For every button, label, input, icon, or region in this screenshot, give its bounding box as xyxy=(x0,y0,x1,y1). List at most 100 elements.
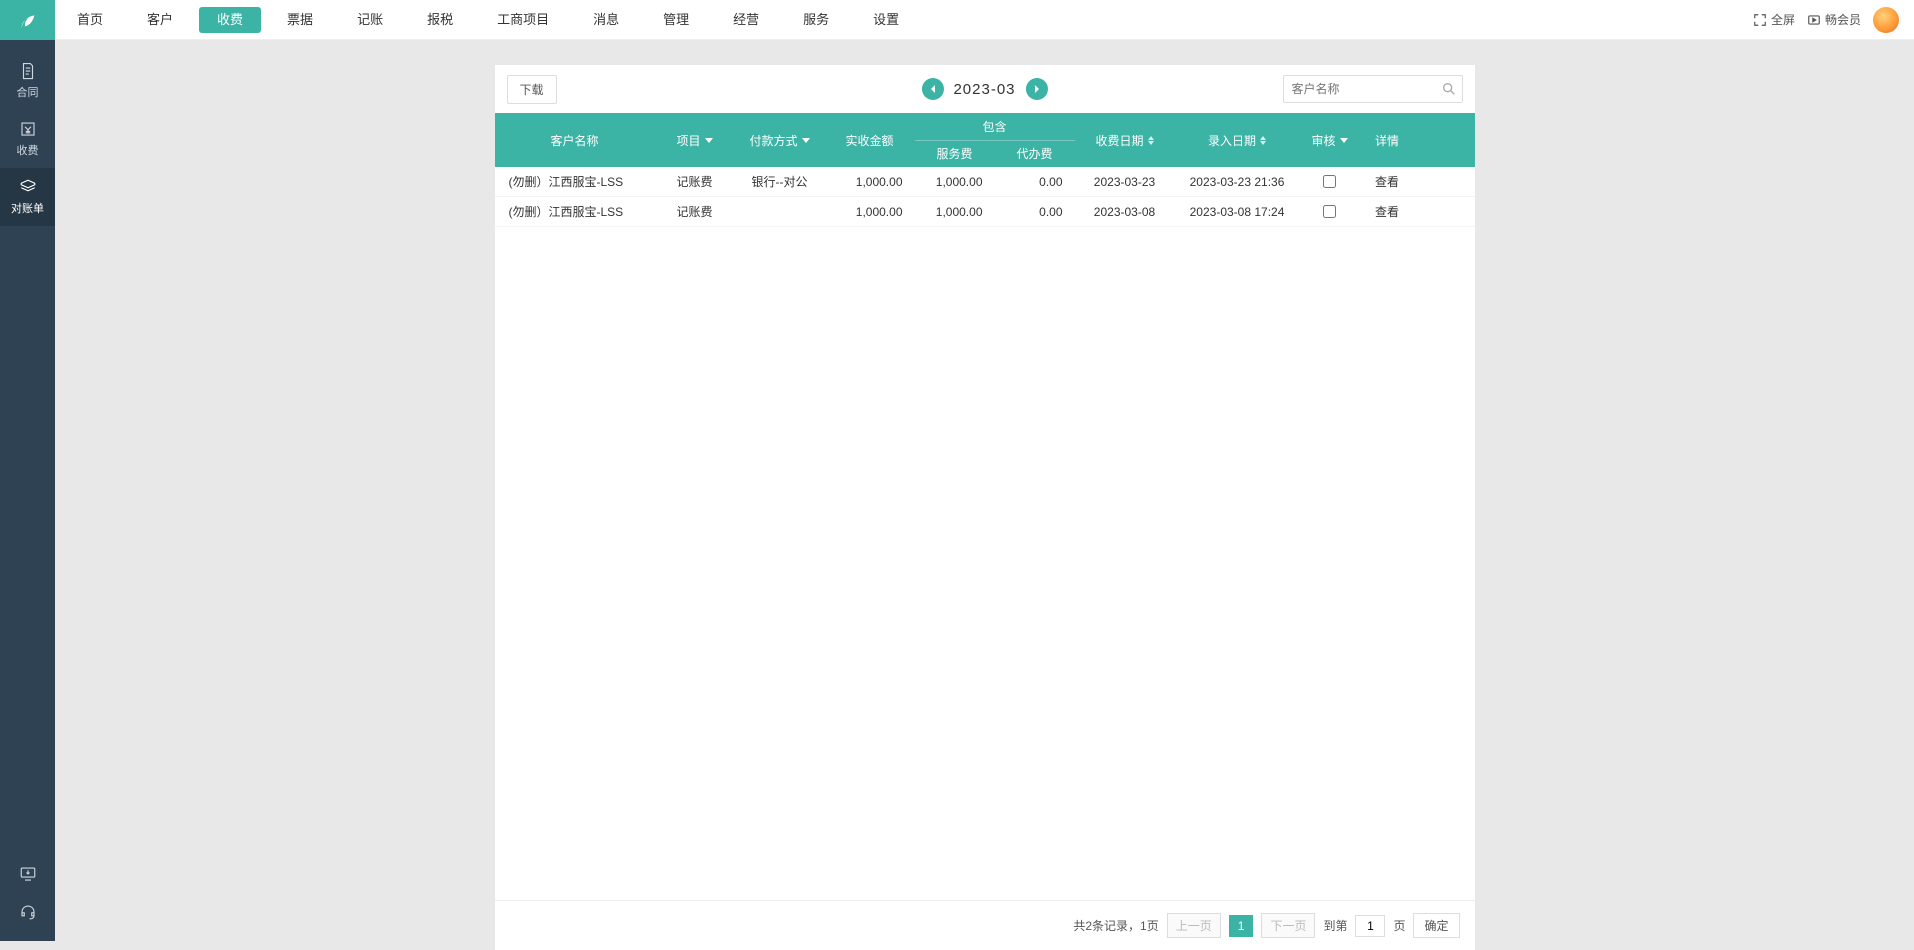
nav-fees[interactable]: 收费 xyxy=(199,7,261,33)
sidebar-item-statement[interactable]: 对账单 xyxy=(0,168,55,226)
col-pay-label: 付款方式 xyxy=(749,132,797,149)
pager-goto-input[interactable] xyxy=(1355,915,1385,937)
cell-agent-fee: 0.00 xyxy=(995,205,1075,219)
nav-operate[interactable]: 经营 xyxy=(715,7,777,33)
cell-pay-method: 银行--对公 xyxy=(735,173,825,190)
nav-customer[interactable]: 客户 xyxy=(129,7,191,33)
table-header: 客户名称 项目 付款方式 实收金额 包含 服务费 代办费 收费日期 录入日期 审… xyxy=(495,113,1475,167)
col-entry-date[interactable]: 录入日期 xyxy=(1175,113,1300,167)
fullscreen-button[interactable]: 全屏 xyxy=(1753,11,1795,28)
view-link[interactable]: 查看 xyxy=(1375,173,1399,190)
headset-icon xyxy=(19,903,37,921)
date-navigator: 2023-03 xyxy=(921,78,1047,100)
cell-audit xyxy=(1300,175,1360,188)
pager-prev-button[interactable]: 上一页 xyxy=(1167,913,1221,938)
money-icon xyxy=(19,120,37,138)
member-button[interactable]: 畅会员 xyxy=(1807,11,1861,28)
cell-detail: 查看 xyxy=(1360,173,1415,190)
col-customer: 客户名称 xyxy=(495,113,655,167)
nav-right: 全屏 畅会员 xyxy=(1753,7,1914,33)
col-item[interactable]: 项目 xyxy=(655,113,735,167)
col-audit-label: 审核 xyxy=(1311,132,1335,149)
sidebar-support[interactable] xyxy=(0,893,55,931)
cell-customer: (勿删）江西服宝-LSS xyxy=(495,173,655,190)
nav-bills[interactable]: 票据 xyxy=(269,7,331,33)
member-label: 畅会员 xyxy=(1825,11,1861,28)
sort-icon xyxy=(1260,136,1266,145)
sidebar-item-fees[interactable]: 收费 xyxy=(0,110,55,168)
play-box-icon xyxy=(1807,13,1821,27)
cell-customer: (勿删）江西服宝-LSS xyxy=(495,203,655,220)
caret-down-icon xyxy=(1340,138,1348,143)
nav-settings[interactable]: 设置 xyxy=(855,7,917,33)
avatar[interactable] xyxy=(1873,7,1899,33)
cell-entry-date: 2023-03-23 21:36 xyxy=(1175,175,1300,189)
search-icon[interactable] xyxy=(1441,81,1457,97)
col-service-fee: 服务费 xyxy=(915,141,995,168)
pager: 共2条记录，1页 上一页 1 下一页 到第 页 确定 xyxy=(495,900,1475,950)
table-body: (勿删）江西服宝-LSS 记账费 银行--对公 1,000.00 1,000.0… xyxy=(495,167,1475,900)
fullscreen-label: 全屏 xyxy=(1771,11,1795,28)
col-include-label: 包含 xyxy=(915,113,1075,141)
pager-goto-suffix: 页 xyxy=(1393,917,1405,934)
cell-item: 记账费 xyxy=(655,203,735,220)
nav-business[interactable]: 工商项目 xyxy=(479,7,567,33)
left-sidebar: 合同 收费 对账单 xyxy=(0,40,55,941)
col-pay-method[interactable]: 付款方式 xyxy=(735,113,825,167)
cell-detail: 查看 xyxy=(1360,203,1415,220)
table-row: (勿删）江西服宝-LSS 记账费 银行--对公 1,000.00 1,000.0… xyxy=(495,167,1475,197)
content-panel: 下载 2023-03 客户名称 项目 付款方式 实收金额 包含 xyxy=(495,65,1475,950)
sidebar-item-label: 收费 xyxy=(17,142,39,158)
col-item-label: 项目 xyxy=(676,132,700,149)
nav-home[interactable]: 首页 xyxy=(59,7,121,33)
col-amount: 实收金额 xyxy=(825,113,915,167)
col-fee-date-label: 收费日期 xyxy=(1095,132,1143,149)
sidebar-item-label: 对账单 xyxy=(11,200,44,216)
top-nav: 首页 客户 收费 票据 记账 报税 工商项目 消息 管理 经营 服务 设置 全屏… xyxy=(0,0,1914,40)
fullscreen-icon xyxy=(1753,13,1767,27)
pager-summary: 共2条记录，1页 xyxy=(1073,917,1158,934)
col-audit[interactable]: 审核 xyxy=(1300,113,1360,167)
view-link[interactable]: 查看 xyxy=(1375,203,1399,220)
col-entry-date-label: 录入日期 xyxy=(1208,132,1256,149)
cell-fee-date: 2023-03-23 xyxy=(1075,175,1175,189)
audit-checkbox[interactable] xyxy=(1323,205,1336,218)
cell-amount: 1,000.00 xyxy=(825,205,915,219)
nav-tax[interactable]: 报税 xyxy=(409,7,471,33)
col-fee-date[interactable]: 收费日期 xyxy=(1075,113,1175,167)
nav-items: 首页 客户 收费 票据 记账 报税 工商项目 消息 管理 经营 服务 设置 xyxy=(55,0,921,39)
cell-service-fee: 1,000.00 xyxy=(915,205,995,219)
audit-checkbox[interactable] xyxy=(1323,175,1336,188)
caret-down-icon xyxy=(705,138,713,143)
current-date: 2023-03 xyxy=(953,81,1015,98)
sidebar-download[interactable] xyxy=(0,855,55,893)
cell-service-fee: 1,000.00 xyxy=(915,175,995,189)
col-include: 包含 服务费 代办费 xyxy=(915,113,1075,167)
sort-icon xyxy=(1148,136,1154,145)
pager-current-page[interactable]: 1 xyxy=(1229,915,1254,937)
date-next-button[interactable] xyxy=(1026,78,1048,100)
chevron-right-icon xyxy=(1032,84,1042,94)
nav-accounting[interactable]: 记账 xyxy=(339,7,401,33)
col-agent-fee: 代办费 xyxy=(995,141,1075,168)
pager-confirm-button[interactable]: 确定 xyxy=(1413,913,1459,938)
pager-next-button[interactable]: 下一页 xyxy=(1261,913,1315,938)
sidebar-item-contract[interactable]: 合同 xyxy=(0,52,55,110)
download-button[interactable]: 下载 xyxy=(507,75,557,104)
search-box xyxy=(1283,75,1463,103)
sidebar-item-label: 合同 xyxy=(17,84,39,100)
date-prev-button[interactable] xyxy=(921,78,943,100)
main-area: 下载 2023-03 客户名称 项目 付款方式 实收金额 包含 xyxy=(55,40,1914,941)
table-row: (勿删）江西服宝-LSS 记账费 1,000.00 1,000.00 0.00 … xyxy=(495,197,1475,227)
statement-icon xyxy=(19,178,37,196)
search-input[interactable] xyxy=(1283,75,1463,103)
sidebar-bottom xyxy=(0,855,55,931)
cell-item: 记账费 xyxy=(655,173,735,190)
nav-messages[interactable]: 消息 xyxy=(575,7,637,33)
caret-down-icon xyxy=(802,138,810,143)
cell-entry-date: 2023-03-08 17:24 xyxy=(1175,205,1300,219)
app-logo[interactable] xyxy=(0,0,55,40)
nav-manage[interactable]: 管理 xyxy=(645,7,707,33)
nav-service[interactable]: 服务 xyxy=(785,7,847,33)
chevron-left-icon xyxy=(927,84,937,94)
